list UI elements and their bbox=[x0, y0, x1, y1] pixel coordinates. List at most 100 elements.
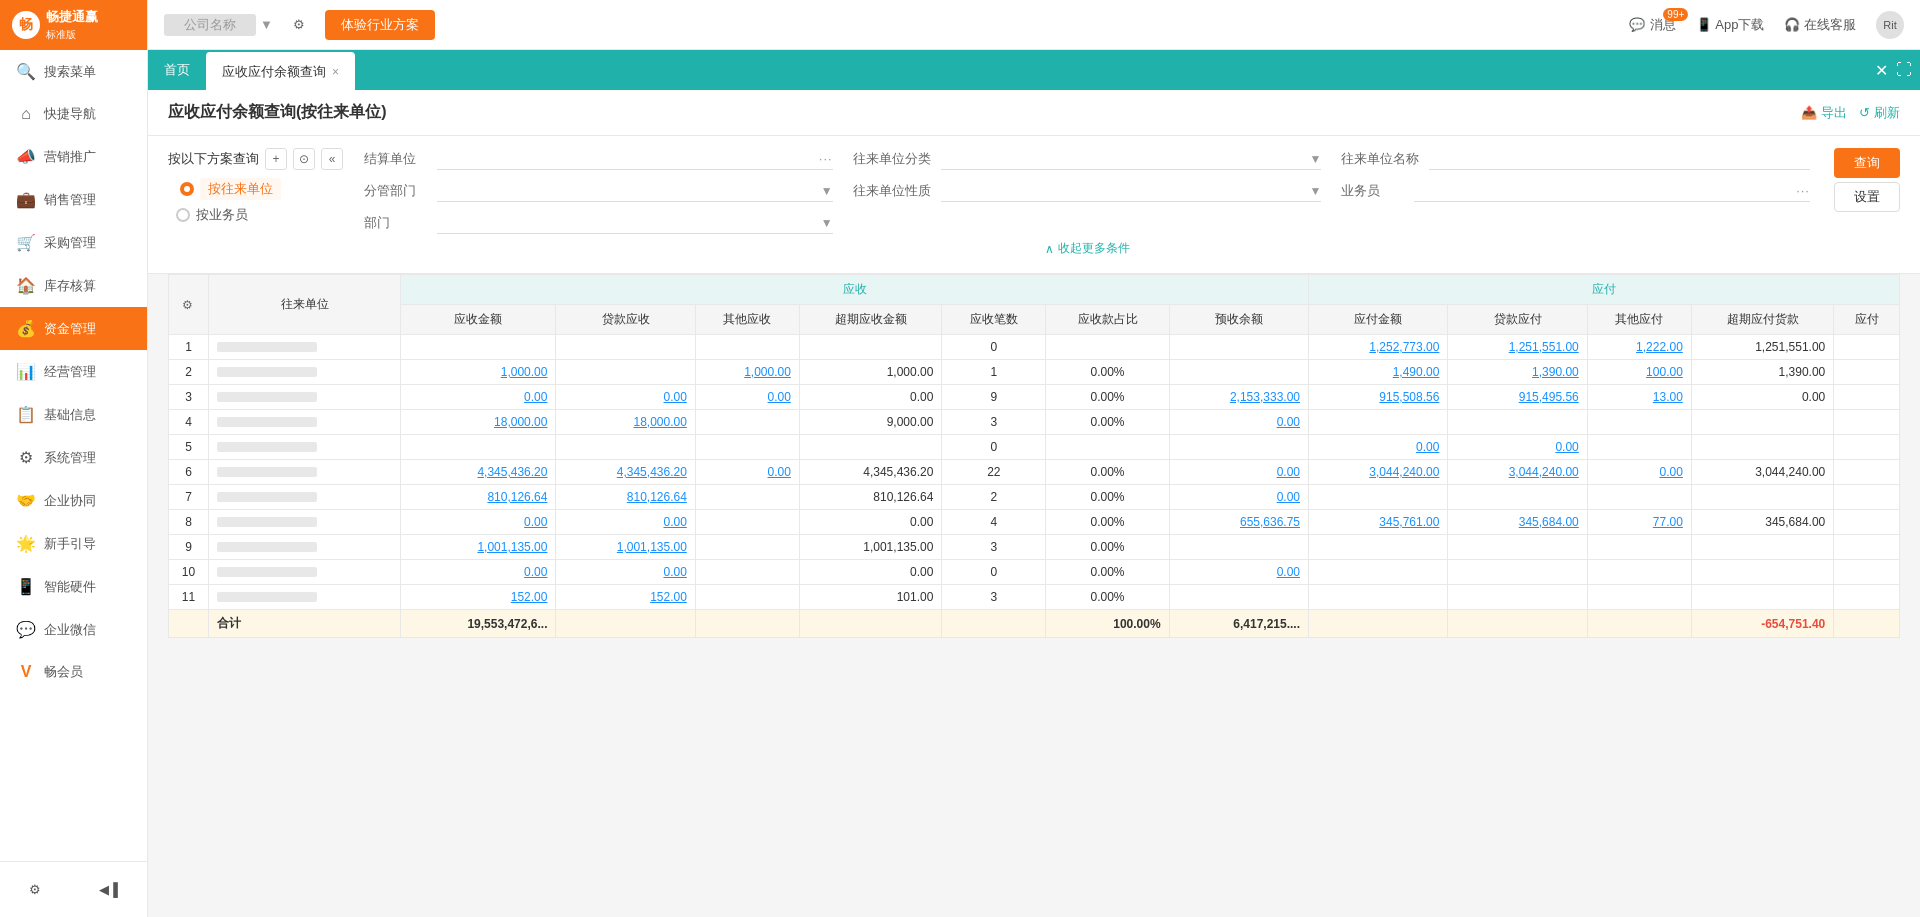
filter-partner-name: 往来单位名称 bbox=[1341, 148, 1810, 170]
tab-home[interactable]: 首页 bbox=[148, 50, 206, 90]
filter-dept: 部门 ▼ bbox=[364, 212, 833, 234]
total-ar-amount: 19,553,472,6... bbox=[401, 610, 556, 638]
partner-cell bbox=[209, 435, 401, 460]
member-icon: V bbox=[16, 663, 36, 681]
col-ar-count: 应收笔数 bbox=[942, 305, 1046, 335]
total-prepaid: 6,417,215.... bbox=[1169, 610, 1308, 638]
close-window-icon[interactable]: ✕ bbox=[1875, 61, 1888, 80]
basic-icon: 📋 bbox=[16, 405, 36, 424]
table-row: 2 1,000.00 1,000.00 1,000.00 1 0.00% 1,4… bbox=[169, 360, 1900, 385]
dept-manager-input[interactable] bbox=[437, 180, 821, 201]
collapse-up-icon: ∧ bbox=[1045, 242, 1054, 256]
settlement-dots-icon[interactable]: ··· bbox=[819, 151, 833, 166]
wechat-icon: 💬 bbox=[16, 620, 36, 639]
system-icon: ⚙ bbox=[16, 448, 36, 467]
filter-settlement: 结算单位 ··· bbox=[364, 148, 833, 170]
col-ar-loan: 贷款应收 bbox=[556, 305, 695, 335]
table-row: 4 18,000.00 18,000.00 9,000.00 3 0.00% 0… bbox=[169, 410, 1900, 435]
sidebar-item-quicknav[interactable]: ⌂ 快捷导航 bbox=[0, 93, 147, 135]
tab-ar-ap[interactable]: 应收应付余额查询 × bbox=[206, 52, 355, 92]
total-ap-overdue: -654,751.40 bbox=[1691, 610, 1833, 638]
guide-icon: 🌟 bbox=[16, 534, 36, 553]
total-ar-count bbox=[942, 610, 1046, 638]
table-row: 1 0 1,252,773.00 1,251,551.00 1,222.00 1… bbox=[169, 335, 1900, 360]
partner-category-input[interactable] bbox=[941, 148, 1310, 169]
salesman-input[interactable] bbox=[1414, 180, 1796, 201]
sidebar-item-marketing[interactable]: 📣 营销推广 bbox=[0, 135, 147, 178]
partner-cell bbox=[209, 460, 401, 485]
partner-name-input[interactable] bbox=[1429, 148, 1810, 169]
setting-button[interactable]: 设置 bbox=[1834, 182, 1900, 212]
messages-btn[interactable]: 💬 消息 99+ bbox=[1629, 16, 1677, 34]
table-settings-icon[interactable]: ⚙ bbox=[177, 295, 197, 315]
sidebar-item-sales[interactable]: 💼 销售管理 bbox=[0, 178, 147, 221]
partner-cell bbox=[209, 535, 401, 560]
sidebar-item-operations[interactable]: 📊 经营管理 bbox=[0, 350, 147, 393]
maximize-icon[interactable]: ⛶ bbox=[1896, 61, 1912, 80]
scheme-by-salesman[interactable]: 按业务员 bbox=[176, 206, 348, 224]
tab-close-icon[interactable]: × bbox=[332, 65, 339, 79]
sidebar-item-inventory[interactable]: 🏠 库存核算 bbox=[0, 264, 147, 307]
salesman-dots-icon[interactable]: ··· bbox=[1796, 183, 1810, 198]
partner-nature-arrow-icon[interactable]: ▼ bbox=[1309, 184, 1321, 198]
sidebar-collapse-btn[interactable]: ◀▐ bbox=[83, 874, 134, 905]
page-title: 应收应付余额查询(按往来单位) bbox=[168, 102, 387, 123]
partner-nature-input[interactable] bbox=[941, 180, 1310, 201]
sidebar-settings-btn[interactable]: ⚙ bbox=[13, 874, 57, 905]
partner-category-arrow-icon[interactable]: ▼ bbox=[1309, 152, 1321, 166]
edit-scheme-btn[interactable]: ⊙ bbox=[293, 148, 315, 170]
settlement-input[interactable] bbox=[437, 148, 819, 169]
export-button[interactable]: 📤 导出 bbox=[1801, 104, 1847, 122]
total-label-cell bbox=[169, 610, 209, 638]
dept-manager-arrow-icon[interactable]: ▼ bbox=[821, 184, 833, 198]
scheme-by-partner[interactable]: 按往来单位 bbox=[180, 178, 348, 200]
sidebar-item-system[interactable]: ⚙ 系统管理 bbox=[0, 436, 147, 479]
table-area: ⚙ 往来单位 应收 应付 应收金额 贷款应收 其他应收 超期应收金额 应收笔数 … bbox=[148, 274, 1920, 917]
total-ap-loan bbox=[1448, 610, 1587, 638]
header-actions: 📤 导出 ↺ 刷新 bbox=[1801, 104, 1900, 122]
logo-icon: 畅 bbox=[12, 11, 40, 39]
col-ap-loan: 贷款应付 bbox=[1448, 305, 1587, 335]
search-icon: 🔍 bbox=[16, 62, 36, 81]
dept-arrow-icon[interactable]: ▼ bbox=[821, 216, 833, 230]
sidebar-item-hardware[interactable]: 📱 智能硬件 bbox=[0, 565, 147, 608]
sidebar-item-finance[interactable]: 💰 资金管理 bbox=[0, 307, 147, 350]
collapse-scheme-btn[interactable]: « bbox=[321, 148, 343, 170]
col-ar-amount: 应收金额 bbox=[401, 305, 556, 335]
sidebar-item-search[interactable]: 🔍 搜索菜单 bbox=[0, 50, 147, 93]
operations-icon: 📊 bbox=[16, 362, 36, 381]
sidebar-item-member[interactable]: V 畅会员 bbox=[0, 651, 147, 693]
sidebar-item-guide[interactable]: 🌟 新手引导 bbox=[0, 522, 147, 565]
dept-input[interactable] bbox=[437, 212, 821, 233]
total-ar-loan bbox=[556, 610, 695, 638]
solution-button[interactable]: 体验行业方案 bbox=[325, 10, 435, 40]
page-header: 应收应付余额查询(按往来单位) 📤 导出 ↺ 刷新 bbox=[148, 90, 1920, 136]
partner-cell bbox=[209, 360, 401, 385]
marketing-icon: 📣 bbox=[16, 147, 36, 166]
add-scheme-btn[interactable]: + bbox=[265, 148, 287, 170]
table-row: 11 152.00 152.00 101.00 3 0.00% bbox=[169, 585, 1900, 610]
filter-area: 按以下方案查询 + ⊙ « 按往来单位 按业务员 bbox=[148, 136, 1920, 274]
col-group-receivable: 应收 bbox=[401, 275, 1309, 305]
filter-dept-manager: 分管部门 ▼ bbox=[364, 180, 833, 202]
refresh-button[interactable]: ↺ 刷新 bbox=[1859, 104, 1900, 122]
query-button[interactable]: 查询 bbox=[1834, 148, 1900, 178]
sidebar-item-wechat[interactable]: 💬 企业微信 bbox=[0, 608, 147, 651]
table-row: 5 0 0.00 0.00 bbox=[169, 435, 1900, 460]
gear-btn[interactable]: ⚙ bbox=[285, 11, 313, 39]
table-row: 7 810,126.64 810,126.64 810,126.64 2 0.0… bbox=[169, 485, 1900, 510]
topbar: 公司名称 ▼ ⚙ 体验行业方案 💬 消息 99+ 📱 App下载 🎧 在线客服 … bbox=[148, 0, 1920, 50]
online-service-btn[interactable]: 🎧 在线客服 bbox=[1784, 16, 1856, 34]
topbar-right: 💬 消息 99+ 📱 App下载 🎧 在线客服 Rit bbox=[1629, 11, 1904, 39]
sidebar-item-purchase[interactable]: 🛒 采购管理 bbox=[0, 221, 147, 264]
col-ap-tail: 应付 bbox=[1834, 305, 1900, 335]
collapse-more-btn[interactable]: ∧ 收起更多条件 bbox=[364, 240, 1810, 257]
app-download-btn[interactable]: 📱 App下载 bbox=[1696, 16, 1764, 34]
query-buttons: 查询 设置 bbox=[1834, 148, 1900, 212]
filter-partner-category: 往来单位分类 ▼ bbox=[853, 148, 1322, 170]
sidebar-item-basic[interactable]: 📋 基础信息 bbox=[0, 393, 147, 436]
user-avatar[interactable]: Rit bbox=[1876, 11, 1904, 39]
sidebar-item-collab[interactable]: 🤝 企业协同 bbox=[0, 479, 147, 522]
col-ar-other: 其他应收 bbox=[695, 305, 799, 335]
refresh-icon: ↺ bbox=[1859, 105, 1870, 120]
